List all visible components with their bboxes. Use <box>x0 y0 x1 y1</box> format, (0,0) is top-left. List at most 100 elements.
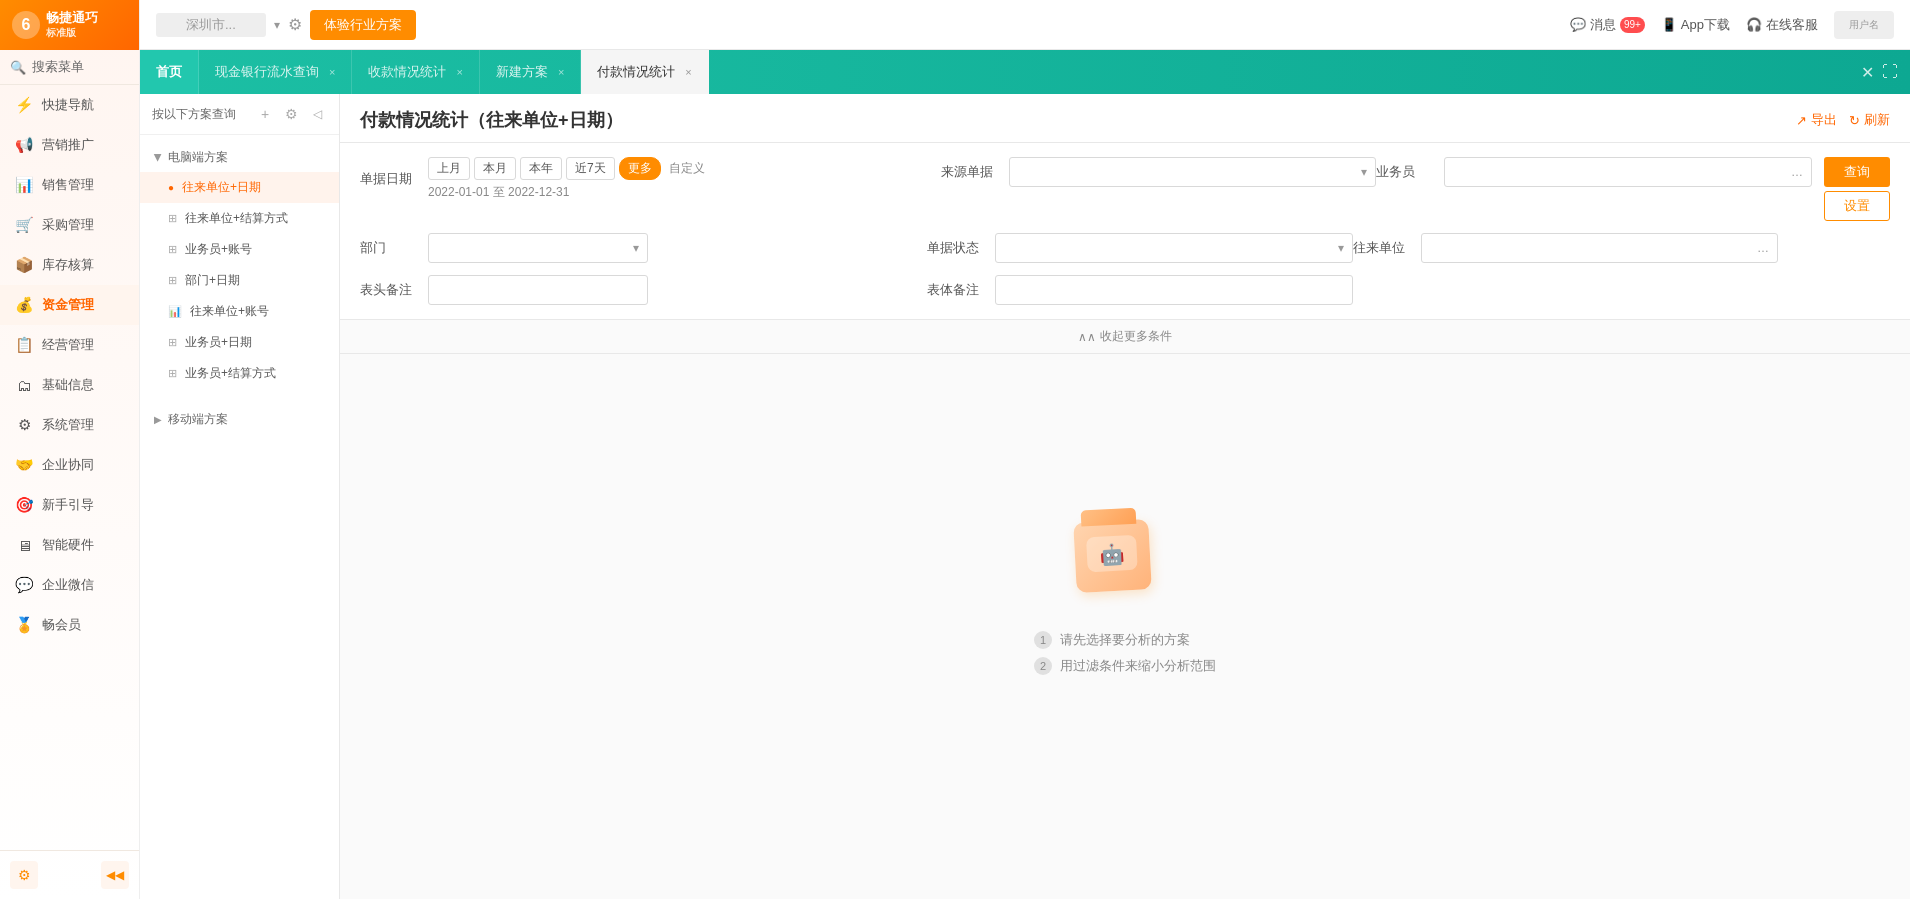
sidebar-item-member[interactable]: 🏅 畅会员 <box>0 605 139 645</box>
filter-date-btns: 上月 本月 本年 近7天 更多 自定义 <box>428 157 705 180</box>
date-btn-last-7[interactable]: 近7天 <box>566 157 615 180</box>
sidebar-item-system[interactable]: ⚙ 系统管理 <box>0 405 139 445</box>
filter-source-doc-item: 来源单据 ▾ <box>941 157 1377 187</box>
sidebar-item-ops[interactable]: 📋 经营管理 <box>0 325 139 365</box>
date-btn-this-year[interactable]: 本年 <box>520 157 562 180</box>
left-panel: 按以下方案查询 + ⚙ ◁ ▶ 电脑端方案 ● 往来单位+日期 <box>140 94 340 899</box>
scheme-icon: ⊞ <box>168 274 177 287</box>
sidebar-item-label: 营销推广 <box>42 136 94 154</box>
tab-receipt-stats-close[interactable]: × <box>456 66 462 78</box>
scheme-item-label: 业务员+结算方式 <box>185 365 276 382</box>
scheme-active-icon: ● <box>168 182 174 193</box>
empty-hints: 1 请先选择要分析的方案 2 用过滤条件来缩小分析范围 <box>1034 631 1216 683</box>
tab-home[interactable]: 首页 <box>140 50 199 94</box>
filter-row-2: 部门 ▾ 单据状态 ▾ 往来单位 <box>360 233 1890 263</box>
scheme-item-salesman-account[interactable]: ⊞ 业务员+账号 <box>140 234 339 265</box>
bottom-collapse-btn[interactable]: ◀◀ <box>101 861 129 889</box>
inventory-icon: 📦 <box>14 255 34 275</box>
search-icon: 🔍 <box>10 60 26 75</box>
sidebar-item-quick-nav[interactable]: ⚡ 快捷导航 <box>0 85 139 125</box>
sidebar-item-purchase[interactable]: 🛒 采购管理 <box>0 205 139 245</box>
notification-btn[interactable]: 💬 消息 99+ <box>1570 16 1645 34</box>
dept-select[interactable]: ▾ <box>428 233 648 263</box>
scheme-collapse-btn[interactable]: ◁ <box>307 104 327 124</box>
body-note-input[interactable] <box>995 275 1352 305</box>
scheme-item-partner-settlement[interactable]: ⊞ 往来单位+结算方式 <box>140 203 339 234</box>
tab-close-all-btn[interactable]: ✕ <box>1861 63 1874 82</box>
base-icon: 🗂 <box>14 375 34 395</box>
scheme-item-salesman-date[interactable]: ⊞ 业务员+日期 <box>140 327 339 358</box>
empty-hint-2: 2 用过滤条件来缩小分析范围 <box>1034 657 1216 675</box>
query-btn[interactable]: 查询 <box>1824 157 1890 187</box>
filter-row-1: 单据日期 上月 本月 本年 近7天 更多 自定义 2022-01-01 至 20… <box>360 157 1890 221</box>
desktop-scheme-title[interactable]: ▶ 电脑端方案 <box>140 143 339 172</box>
date-btn-this-month[interactable]: 本月 <box>474 157 516 180</box>
date-btn-last-month[interactable]: 上月 <box>428 157 470 180</box>
scheme-item-partner-account[interactable]: 📊 往来单位+账号 <box>140 296 339 327</box>
tab-new-scheme-close[interactable]: × <box>558 66 564 78</box>
tab-payment-stats-close[interactable]: × <box>685 66 691 78</box>
doc-status-label: 单据状态 <box>927 239 987 257</box>
mobile-scheme-title[interactable]: ▶ 移动端方案 <box>140 405 339 434</box>
export-icon: ↗ <box>1796 113 1807 128</box>
sidebar-item-sales[interactable]: 📊 销售管理 <box>0 165 139 205</box>
tab-new-scheme[interactable]: 新建方案 × <box>480 50 581 94</box>
tab-receipt-stats[interactable]: 收款情况统计 × <box>352 50 479 94</box>
scheme-item-salesman-settlement[interactable]: ⊞ 业务员+结算方式 <box>140 358 339 389</box>
tab-receipt-stats-label: 收款情况统计 <box>368 63 446 81</box>
body-note-label: 表体备注 <box>927 281 987 299</box>
tab-bank-flow-close[interactable]: × <box>329 66 335 78</box>
desktop-section-label: 电脑端方案 <box>168 149 228 166</box>
user-avatar[interactable]: 用户名 <box>1834 11 1894 39</box>
partner-select[interactable]: … <box>1421 233 1778 263</box>
refresh-btn[interactable]: ↻ 刷新 <box>1849 111 1890 129</box>
hint-2-text: 用过滤条件来缩小分析范围 <box>1060 657 1216 675</box>
logo-icon: 6 <box>12 11 40 39</box>
sidebar-item-collab[interactable]: 🤝 企业协同 <box>0 445 139 485</box>
sidebar-item-guide[interactable]: 🎯 新手引导 <box>0 485 139 525</box>
header-note-input[interactable] <box>428 275 648 305</box>
scheme-item-dept-date[interactable]: ⊞ 部门+日期 <box>140 265 339 296</box>
sidebar-item-base[interactable]: 🗂 基础信息 <box>0 365 139 405</box>
query-settings-group: 查询 设置 <box>1824 157 1890 221</box>
topbar-dropdown-arrow[interactable]: ▾ <box>274 18 280 32</box>
sidebar-item-label: 采购管理 <box>42 216 94 234</box>
add-scheme-btn[interactable]: + <box>255 104 275 124</box>
sidebar-item-marketing[interactable]: 📢 营销推广 <box>0 125 139 165</box>
trial-btn[interactable]: 体验行业方案 <box>310 10 416 40</box>
tab-expand-btn[interactable]: ⛶ <box>1882 63 1898 81</box>
settings-btn[interactable]: 设置 <box>1824 191 1890 221</box>
collapse-bar[interactable]: ∧∧ 收起更多条件 <box>340 320 1910 354</box>
tab-bank-flow[interactable]: 现金银行流水查询 × <box>199 50 352 94</box>
member-icon: 🏅 <box>14 615 34 635</box>
right-content: 付款情况统计（往来单位+日期） ↗ 导出 ↻ 刷新 <box>340 94 1910 899</box>
app-download-btn[interactable]: 📱 App下载 <box>1661 16 1730 34</box>
tab-new-scheme-label: 新建方案 <box>496 63 548 81</box>
online-service-btn[interactable]: 🎧 在线客服 <box>1746 16 1818 34</box>
sidebar-item-capital[interactable]: 💰 资金管理 <box>0 285 139 325</box>
doc-status-select[interactable]: ▾ <box>995 233 1352 263</box>
sales-icon: 📊 <box>14 175 34 195</box>
scheme-settings-btn[interactable]: ⚙ <box>281 104 301 124</box>
scheme-item-label: 往来单位+结算方式 <box>185 210 288 227</box>
bottom-gear-btn[interactable]: ⚙ <box>10 861 38 889</box>
filter-doc-status-item: 单据状态 ▾ <box>927 233 1352 263</box>
app-download-label: App下载 <box>1681 16 1730 34</box>
sidebar-item-wechat[interactable]: 💬 企业微信 <box>0 565 139 605</box>
filter-row-3: 表头备注 表体备注 <box>360 275 1890 305</box>
tab-payment-stats[interactable]: 付款情况统计 × <box>581 50 708 94</box>
sidebar-item-label: 畅会员 <box>42 616 81 634</box>
partner-label: 往来单位 <box>1353 239 1413 257</box>
export-btn[interactable]: ↗ 导出 <box>1796 111 1837 129</box>
source-doc-select[interactable]: ▾ <box>1009 157 1377 187</box>
sidebar-item-inventory[interactable]: 📦 库存核算 <box>0 245 139 285</box>
date-btn-more[interactable]: 更多 <box>619 157 661 180</box>
sidebar-search[interactable]: 🔍 搜索菜单 <box>0 50 139 85</box>
scheme-icon: ⊞ <box>168 336 177 349</box>
salesman-label: 业务员 <box>1376 163 1436 181</box>
salesman-select[interactable]: … <box>1444 157 1812 187</box>
scheme-item-partner-date[interactable]: ● 往来单位+日期 <box>140 172 339 203</box>
topbar-gear-icon[interactable]: ⚙ <box>288 15 302 34</box>
tab-bank-flow-label: 现金银行流水查询 <box>215 63 319 81</box>
sidebar-item-hardware[interactable]: 🖥 智能硬件 <box>0 525 139 565</box>
